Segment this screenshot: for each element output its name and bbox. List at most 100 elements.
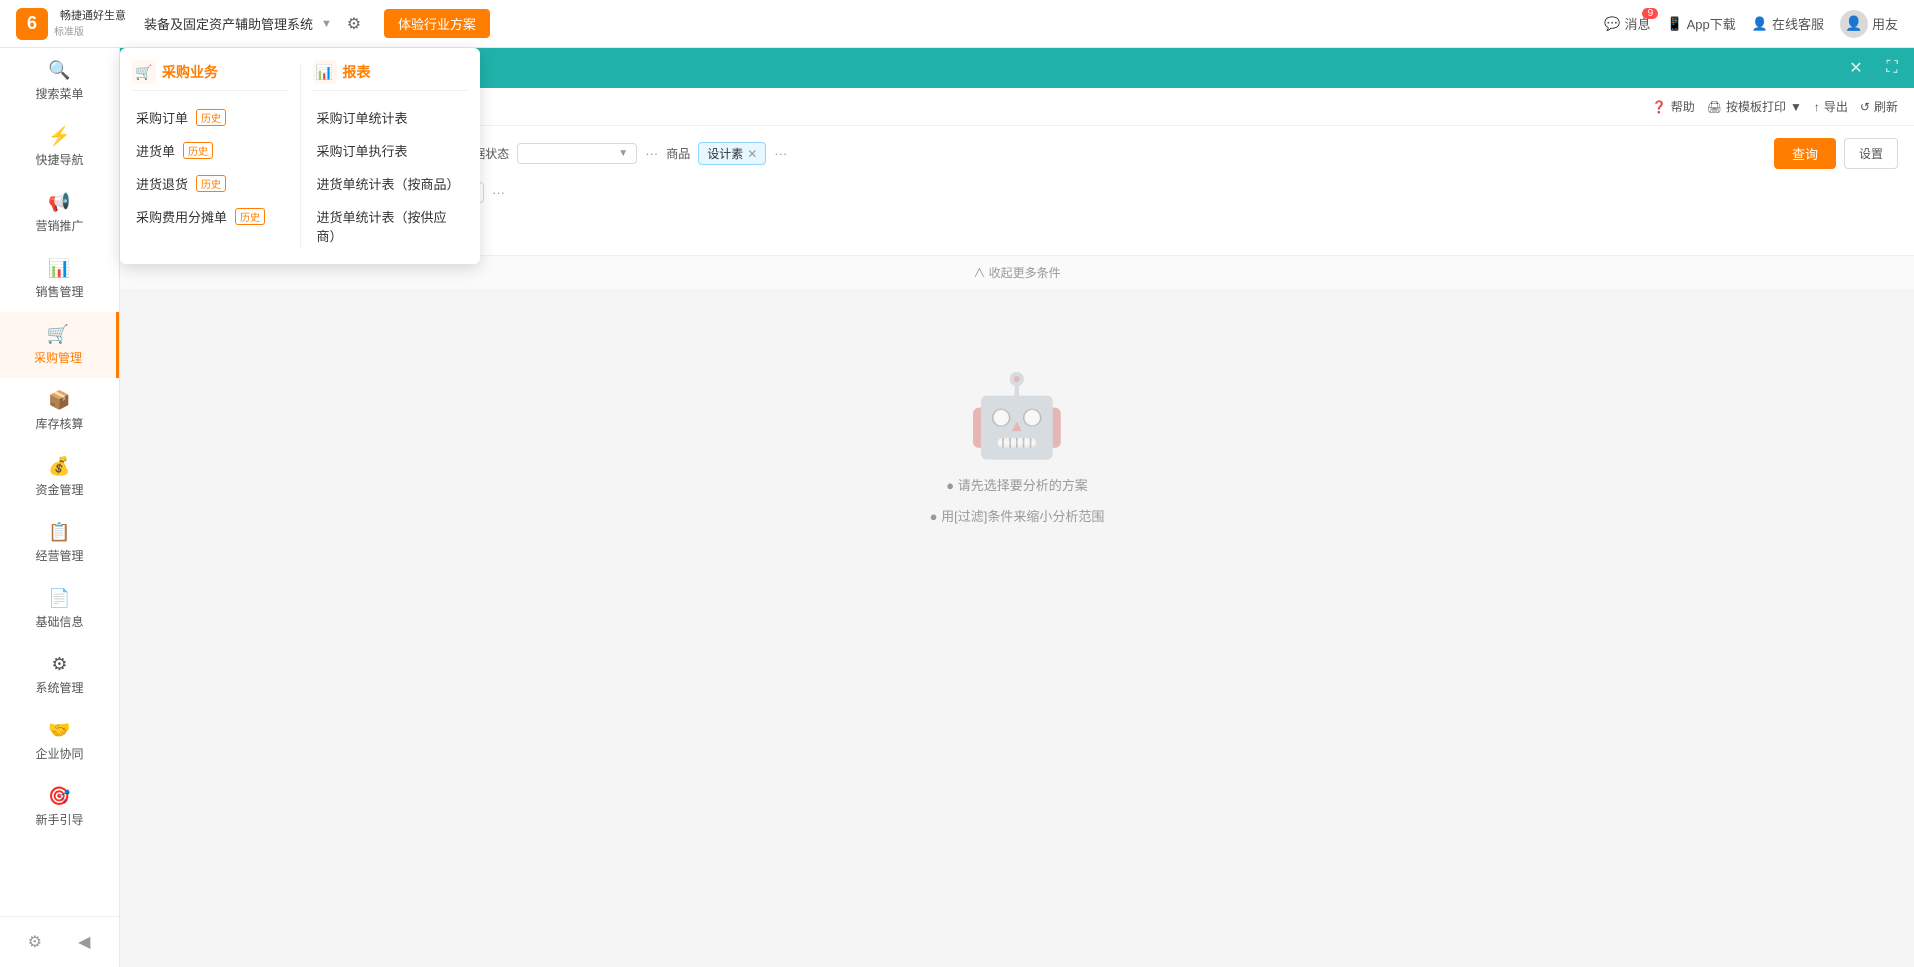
service-icon: 👤 [1752,16,1768,32]
history-badge-1[interactable]: 历史 [183,142,213,159]
logo-text: 畅捷通好生意 [60,9,126,23]
print-icon: 🖨 [1707,100,1722,114]
sidebar-label-sales: 销售管理 [35,283,83,300]
system-title: 装备及固定资产辅助管理系统 [144,14,313,33]
dropdown-item-order-stats[interactable]: 采购订单统计表 [313,101,469,134]
sidebar-item-inventory[interactable]: 📦 库存核算 [0,378,119,444]
collab-icon: 🤝 [48,720,70,741]
purchase-section-icon: 🛒 [132,60,156,84]
salesperson-more-icon[interactable]: ··· [492,185,505,200]
purchase-dropdown-menu: 🛒 采购业务 采购订单 历史 进货单 历史 进货退货 历史 采购费用分摊单 历史 [120,48,480,264]
purchase-icon: 🛒 [47,324,69,345]
search-icon: 🔍 [48,60,70,81]
user-label: 用友 [1872,14,1898,33]
online-service-button[interactable]: 👤 在线客服 [1752,14,1824,33]
app-download-button[interactable]: 📱 App下载 [1666,14,1735,33]
sidebar-item-finance[interactable]: 💰 资金管理 [0,444,119,510]
sidebar-label-collab: 企业协同 [35,745,83,762]
sidebar-item-guide[interactable]: 🎯 新手引导 [0,774,119,840]
industry-button[interactable]: 体验行业方案 [384,9,490,38]
history-badge-0[interactable]: 历史 [196,109,226,126]
settings-button[interactable]: 设置 [1844,138,1898,169]
status-more-icon[interactable]: ··· [645,146,658,161]
app-container: 6 畅捷通好生意 标准版 装备及固定资产辅助管理系统 ▼ ⚙ 体验行业方案 💬 … [0,0,1914,967]
tab-close-window-btn[interactable]: ✕ [1842,54,1870,82]
message-icon: 💬 [1604,16,1620,32]
finance-icon: 💰 [48,456,70,477]
dropdown-item-return[interactable]: 进货退货 历史 [132,167,288,200]
dropdown-item-order-exec[interactable]: 采购订单执行表 [313,134,469,167]
collapse-arrow-icon: ∧ [973,266,985,280]
system-arrow-icon[interactable]: ▼ [321,18,332,30]
logo-icon: 6 [16,8,48,40]
message-button[interactable]: 💬 消息 9 [1604,14,1650,33]
sidebar-label-purchase: 采购管理 [34,349,82,366]
order-stats-label: 采购订单统计表 [317,108,408,127]
help-button[interactable]: ❓ 帮助 [1652,98,1695,115]
sidebar-label-quick-nav: 快捷导航 [35,151,83,168]
purchase-title-text: 采购业务 [162,62,218,82]
history-badge-2[interactable]: 历史 [196,175,226,192]
sidebar-label-basic-info: 基础信息 [35,613,83,630]
order-exec-label: 采购订单执行表 [317,141,408,160]
basic-info-icon: 📄 [48,588,70,609]
goods-label: 商品 [666,145,690,162]
sidebar: 🔍 搜索菜单 ⚡ 快捷导航 📢 营销推广 📊 销售管理 🛒 采购管理 📦 [0,48,120,967]
sidebar-collapse-btn[interactable]: ◀ [69,927,99,957]
empty-hint-2: ● 用[过滤]条件来缩小分析范围 [930,506,1105,525]
goods-more-icon[interactable]: ··· [774,146,787,161]
dropdown-item-incoming-stats-goods[interactable]: 进货单统计表（按商品） [313,167,469,200]
sidebar-item-sales[interactable]: 📊 销售管理 [0,246,119,312]
empty-state: 🤖 ● 请先选择要分析的方案 ● 用[过滤]条件来缩小分析范围 [120,289,1914,605]
empty-hint-1: ● 请先选择要分析的方案 [946,475,1088,494]
dropdown-item-purchase-order[interactable]: 采购订单 历史 [132,101,288,134]
history-badge-3[interactable]: 历史 [235,208,265,225]
refresh-button[interactable]: ↺ 刷新 [1860,98,1898,115]
refresh-label: 刷新 [1874,98,1898,115]
sidebar-item-purchase[interactable]: 🛒 采购管理 [0,312,119,378]
system-name-area: 装备及固定资产辅助管理系统 ▼ ⚙ 体验行业方案 [144,9,1604,38]
status-select[interactable]: ▼ [517,143,637,164]
print-arrow-icon: ▼ [1790,100,1802,114]
top-right-area: 💬 消息 9 📱 App下载 👤 在线客服 👤 用友 [1604,10,1898,38]
dropdown-item-expense[interactable]: 采购费用分摊单 历史 [132,200,288,233]
inventory-icon: 📦 [48,390,70,411]
export-icon: ↑ [1814,100,1820,114]
export-label: 导出 [1824,98,1848,115]
sidebar-item-search[interactable]: 🔍 搜索菜单 [0,48,119,114]
user-menu[interactable]: 👤 用友 [1840,10,1898,38]
sidebar-item-basic-info[interactable]: 📄 基础信息 [0,576,119,642]
tab-expand-btn[interactable]: ⛶ [1878,54,1906,82]
sidebar-label-system: 系统管理 [35,679,83,696]
report-title-text: 报表 [343,62,371,82]
collapse-text: 收起更多条件 [989,266,1061,280]
export-button[interactable]: ↑ 导出 [1814,98,1848,115]
purchase-section-title: 🛒 采购业务 [132,60,288,91]
print-label: 按模板打印 [1726,98,1786,115]
expense-label: 采购费用分摊单 [136,207,227,226]
action-buttons: 查询 设置 [1774,138,1898,169]
sidebar-item-marketing[interactable]: 📢 营销推广 [0,180,119,246]
sidebar-label-guide: 新手引导 [35,811,83,828]
sidebar-item-system[interactable]: ⚙ 系统管理 [0,642,119,708]
refresh-icon: ↺ [1860,100,1870,114]
phone-icon: 📱 [1666,16,1682,32]
sidebar-settings-btn[interactable]: ⚙ [20,927,50,957]
goods-tag: 设计素 ✕ [698,142,766,165]
query-button[interactable]: 查询 [1774,138,1836,169]
settings-icon[interactable]: ⚙ [340,10,368,38]
sidebar-item-collab[interactable]: 🤝 企业协同 [0,708,119,774]
sidebar-item-operations[interactable]: 📋 经营管理 [0,510,119,576]
dropdown-item-incoming-stats-supplier[interactable]: 进货单统计表（按供应商） [313,200,469,252]
report-section-title: 📊 报表 [313,60,469,91]
sidebar-item-quick-nav[interactable]: ⚡ 快捷导航 [0,114,119,180]
sidebar-label-inventory: 库存核算 [35,415,83,432]
return-label: 进货退货 [136,174,188,193]
dropdown-item-incoming[interactable]: 进货单 历史 [132,134,288,167]
guide-icon: 🎯 [48,786,70,807]
print-button[interactable]: 🖨 按模板打印 ▼ [1707,98,1802,115]
online-service-label: 在线客服 [1772,14,1824,33]
purchase-order-label: 采购订单 [136,108,188,127]
help-icon: ❓ [1652,100,1667,114]
goods-tag-remove-icon[interactable]: ✕ [747,147,757,161]
